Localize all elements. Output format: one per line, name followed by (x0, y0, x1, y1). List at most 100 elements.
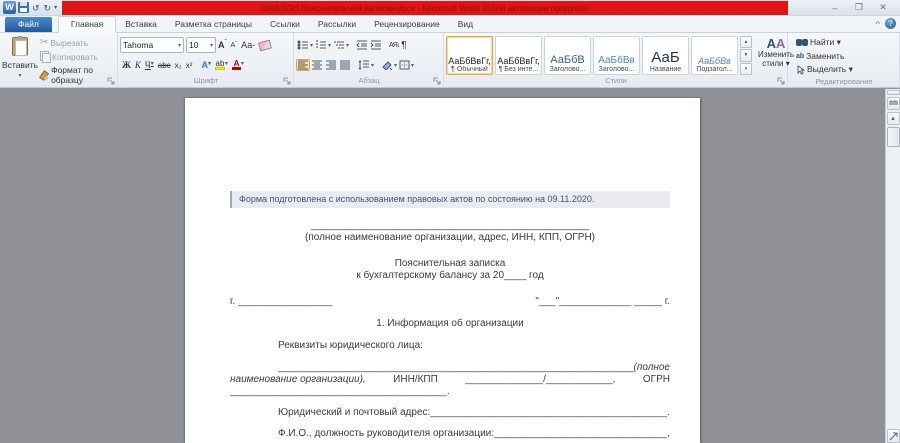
tab-page-layout[interactable]: Разметка страницы (166, 17, 261, 32)
style-normal[interactable]: АаБбВвГг, ¶ Обычный (446, 36, 493, 75)
font-family-combobox[interactable]: Tahoma ▾ (120, 37, 184, 53)
date-blank: "___"_____________ _____ г. (535, 296, 670, 307)
vertical-scrollbar[interactable]: ▲ (885, 89, 900, 443)
line-spacing-button[interactable]: ▾ (357, 59, 375, 71)
bullets-caret-icon: ▾ (310, 42, 314, 49)
tab-insert[interactable]: Вставка (116, 17, 166, 32)
text-effects-caret-icon: ▾ (207, 61, 211, 67)
window-controls: – ❐ ✕ (788, 0, 900, 15)
tab-home[interactable]: Главная (57, 16, 117, 33)
text-effects-button[interactable]: А ▾ (199, 60, 213, 70)
inn-kpp-blank: ______________/____________, (465, 374, 616, 385)
cut-button[interactable]: ✂ Вырезать (38, 36, 116, 49)
show-paragraph-marks-button[interactable]: ¶ (400, 39, 407, 52)
align-left-button[interactable] (296, 59, 310, 71)
font-color-icon: А (231, 59, 241, 70)
group-paragraph: ▾ ▾ ▾ АЯ↓ ¶ ▾ ▾ ▾ Абзац (294, 33, 444, 87)
document-page[interactable]: Форма подготовлена с использованием прав… (185, 98, 700, 443)
font-color-button[interactable]: А ▾ (230, 60, 246, 70)
highlight-button[interactable]: ab ▾ (213, 60, 230, 70)
minimize-ribbon-icon[interactable]: ᴖ (876, 19, 880, 28)
increase-indent-button[interactable] (369, 39, 383, 51)
borders-button[interactable]: ▾ (398, 59, 415, 71)
styles-dialog-launcher-icon[interactable] (777, 77, 785, 85)
group-font: Tahoma ▾ 10 ▾ Аˆ Аˇ Аа- Ж К Ч ▾ abc x₂ x² А… (118, 33, 294, 87)
minimize-button[interactable]: – (828, 3, 842, 13)
paragraph-director: Ф.И.О., должность руководителя организац… (278, 428, 670, 439)
font-family-caret-icon: ▾ (177, 42, 181, 49)
group-label-editing: Редактирование (815, 77, 873, 86)
undo-icon[interactable]: ↺ (31, 1, 41, 15)
address-blank: ________________________________________… (430, 407, 667, 418)
tab-view[interactable]: Вид (449, 17, 482, 32)
title-strip: ШАБЛОН Пояснительной записки.docx - Micr… (62, 1, 788, 15)
select-button[interactable]: Выделить ▾ (794, 63, 855, 76)
ruler-toggle-button[interactable] (886, 97, 900, 110)
help-icon[interactable]: ? (885, 18, 896, 29)
tab-references[interactable]: Ссылки (261, 17, 309, 32)
strikethrough-button[interactable]: abc (156, 61, 173, 70)
clipboard-dialog-launcher-icon[interactable] (107, 77, 115, 85)
borders-caret-icon: ▾ (411, 62, 415, 69)
align-center-button[interactable] (310, 59, 324, 71)
replace-button[interactable]: ab Заменить (794, 50, 855, 62)
org-details-blank: ________________________________________… (278, 362, 634, 373)
font-size-combobox[interactable]: 10 ▾ (186, 37, 216, 53)
subscript-button[interactable]: x₂ (173, 61, 184, 70)
numbering-button[interactable]: ▾ (314, 39, 332, 51)
styles-scroll-down-icon[interactable]: ▼ (740, 49, 752, 62)
browse-object-button[interactable] (886, 429, 900, 443)
close-button[interactable]: ✕ (876, 2, 890, 13)
ribbon: Вставить ▾ ✂ Вырезать Копировать Формат … (0, 33, 900, 96)
highlight-icon: ab (214, 59, 225, 70)
change-case-button[interactable]: Аа- (239, 40, 257, 50)
grow-font-button[interactable]: Аˆ (216, 40, 229, 50)
styles-gallery-more-icon[interactable]: ▾ (740, 62, 752, 75)
shading-button[interactable]: ▾ (380, 59, 398, 71)
scissors-icon: ✂ (40, 37, 49, 48)
scroll-up-icon[interactable]: ▲ (886, 112, 900, 125)
word-app-icon[interactable]: W (3, 1, 16, 14)
style-no-spacing[interactable]: АаБбВвГг, ¶ Без инте... (495, 36, 542, 75)
doc-title-line2: к бухгалтерскому балансу за 20____ год (356, 270, 544, 281)
find-button[interactable]: Найти ▾ (794, 36, 855, 49)
restore-button[interactable]: ❐ (852, 2, 866, 13)
tab-mailings[interactable]: Рассылки (309, 17, 365, 32)
clear-formatting-button[interactable] (257, 39, 273, 51)
split-handle[interactable] (886, 90, 900, 95)
paste-button[interactable]: Вставить ▾ (2, 35, 38, 86)
shrink-font-button[interactable]: Аˇ (229, 42, 240, 49)
align-right-button[interactable] (324, 59, 338, 71)
shading-caret-icon: ▾ (394, 62, 398, 69)
ogrn-blank: _______________________________________. (230, 386, 450, 397)
qat-customize-caret-icon[interactable]: ▾ (54, 4, 57, 11)
bold-button[interactable]: Ж (120, 60, 133, 70)
decrease-indent-button[interactable] (355, 39, 369, 51)
underline-caret-icon: ▾ (150, 61, 154, 67)
paragraph-requisites: Реквизиты юридического лица: (278, 340, 423, 351)
style-heading2[interactable]: АаБбВв Заголово... (593, 36, 640, 75)
font-dialog-launcher-icon[interactable] (283, 77, 291, 85)
legal-notice-banner: Форма подготовлена с использованием прав… (230, 191, 670, 208)
scrollbar-thumb[interactable] (886, 127, 900, 147)
multilevel-list-button[interactable]: ▾ (332, 39, 350, 51)
superscript-button[interactable]: x² (184, 61, 195, 70)
bullets-button[interactable]: ▾ (296, 39, 314, 51)
sort-button[interactable]: АЯ↓ (388, 41, 400, 50)
styles-scroll-up-icon[interactable]: ▲ (740, 36, 752, 49)
style-subtitle[interactable]: АаБбВв Подзагол... (691, 36, 738, 75)
tab-file[interactable]: Файл (5, 17, 52, 32)
org-details-tail-italic: (полное (633, 362, 670, 373)
redo-icon[interactable]: ↻ (43, 1, 53, 15)
underline-button[interactable]: Ч ▾ (143, 60, 156, 70)
save-icon[interactable] (18, 2, 29, 13)
format-painter-button[interactable]: Формат по образцу (38, 64, 116, 86)
paragraph-dialog-launcher-icon[interactable] (433, 77, 441, 85)
style-heading1[interactable]: АаБбВ Заголово... (544, 36, 591, 75)
style-title[interactable]: АаБ Название (642, 36, 689, 75)
italic-button[interactable]: К (133, 60, 143, 70)
director-label: Ф.И.О., должность руководителя организац… (278, 428, 495, 439)
tab-review[interactable]: Рецензирование (365, 17, 449, 32)
justify-button[interactable] (338, 59, 352, 71)
copy-button[interactable]: Копировать (38, 50, 116, 63)
